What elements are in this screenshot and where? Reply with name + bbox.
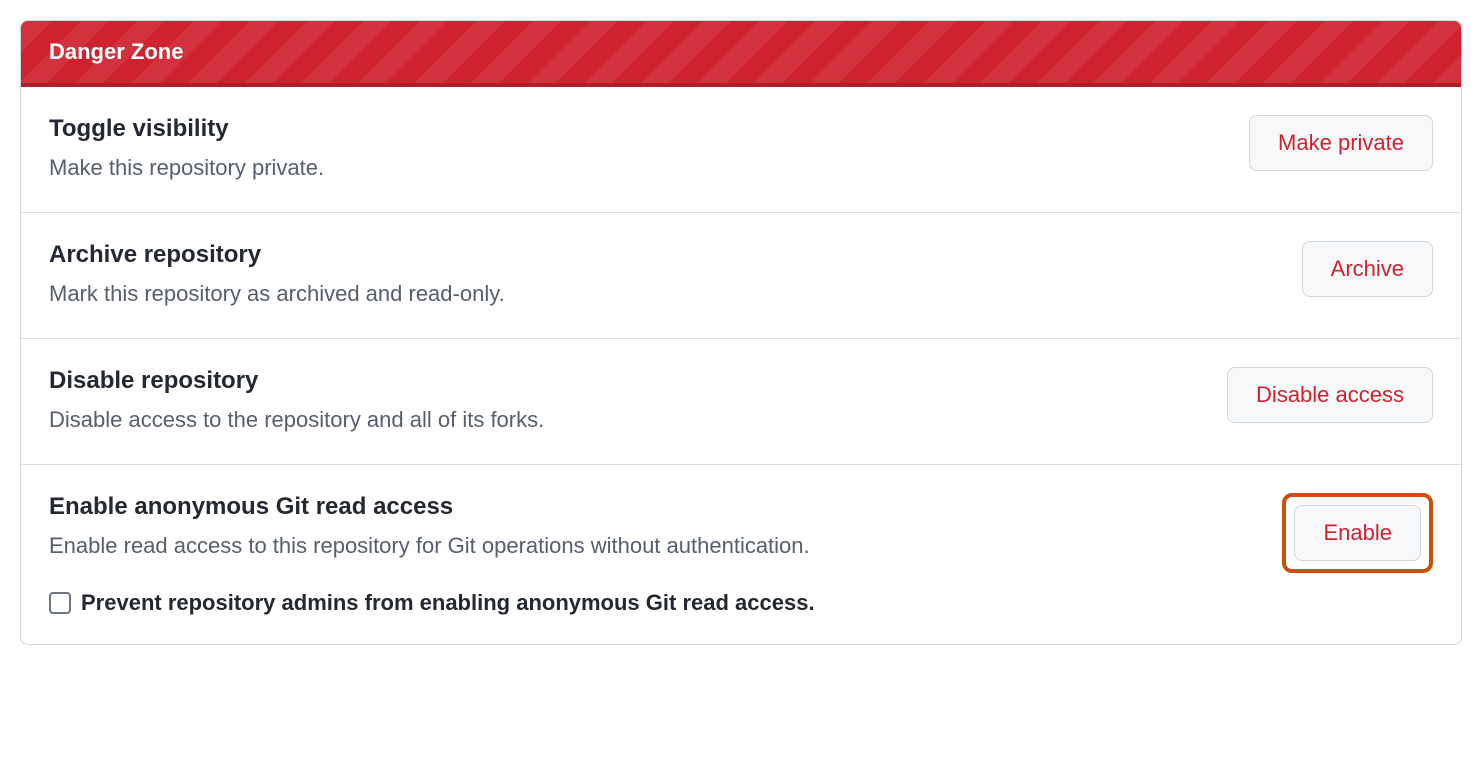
danger-zone-header: Danger Zone	[21, 21, 1461, 87]
disable-access-button[interactable]: Disable access	[1227, 367, 1433, 423]
section-text: Archive repository Mark this repository …	[49, 241, 1302, 310]
make-private-button[interactable]: Make private	[1249, 115, 1433, 171]
anonymous-git-title: Enable anonymous Git read access	[49, 493, 1258, 521]
enable-button-highlight: Enable	[1282, 493, 1433, 573]
prevent-admin-checkbox-row: Prevent repository admins from enabling …	[49, 590, 1258, 616]
danger-zone-panel: Danger Zone Toggle visibility Make this …	[20, 20, 1462, 645]
archive-repository-title: Archive repository	[49, 241, 1278, 269]
section-toggle-visibility: Toggle visibility Make this repository p…	[21, 87, 1461, 213]
toggle-visibility-title: Toggle visibility	[49, 115, 1225, 143]
enable-anonymous-git-button[interactable]: Enable	[1294, 505, 1421, 561]
archive-button[interactable]: Archive	[1302, 241, 1433, 297]
section-text: Disable repository Disable access to the…	[49, 367, 1227, 436]
disable-repository-title: Disable repository	[49, 367, 1203, 395]
section-text: Toggle visibility Make this repository p…	[49, 115, 1249, 184]
section-anonymous-git-read: Enable anonymous Git read access Enable …	[21, 465, 1461, 644]
prevent-admin-checkbox-label[interactable]: Prevent repository admins from enabling …	[81, 590, 815, 616]
section-text: Enable anonymous Git read access Enable …	[49, 493, 1282, 616]
section-archive-repository: Archive repository Mark this repository …	[21, 213, 1461, 339]
prevent-admin-checkbox[interactable]	[49, 592, 71, 614]
toggle-visibility-desc: Make this repository private.	[49, 151, 1225, 184]
disable-repository-desc: Disable access to the repository and all…	[49, 403, 1203, 436]
anonymous-git-desc: Enable read access to this repository fo…	[49, 529, 1258, 562]
section-disable-repository: Disable repository Disable access to the…	[21, 339, 1461, 465]
archive-repository-desc: Mark this repository as archived and rea…	[49, 277, 1278, 310]
